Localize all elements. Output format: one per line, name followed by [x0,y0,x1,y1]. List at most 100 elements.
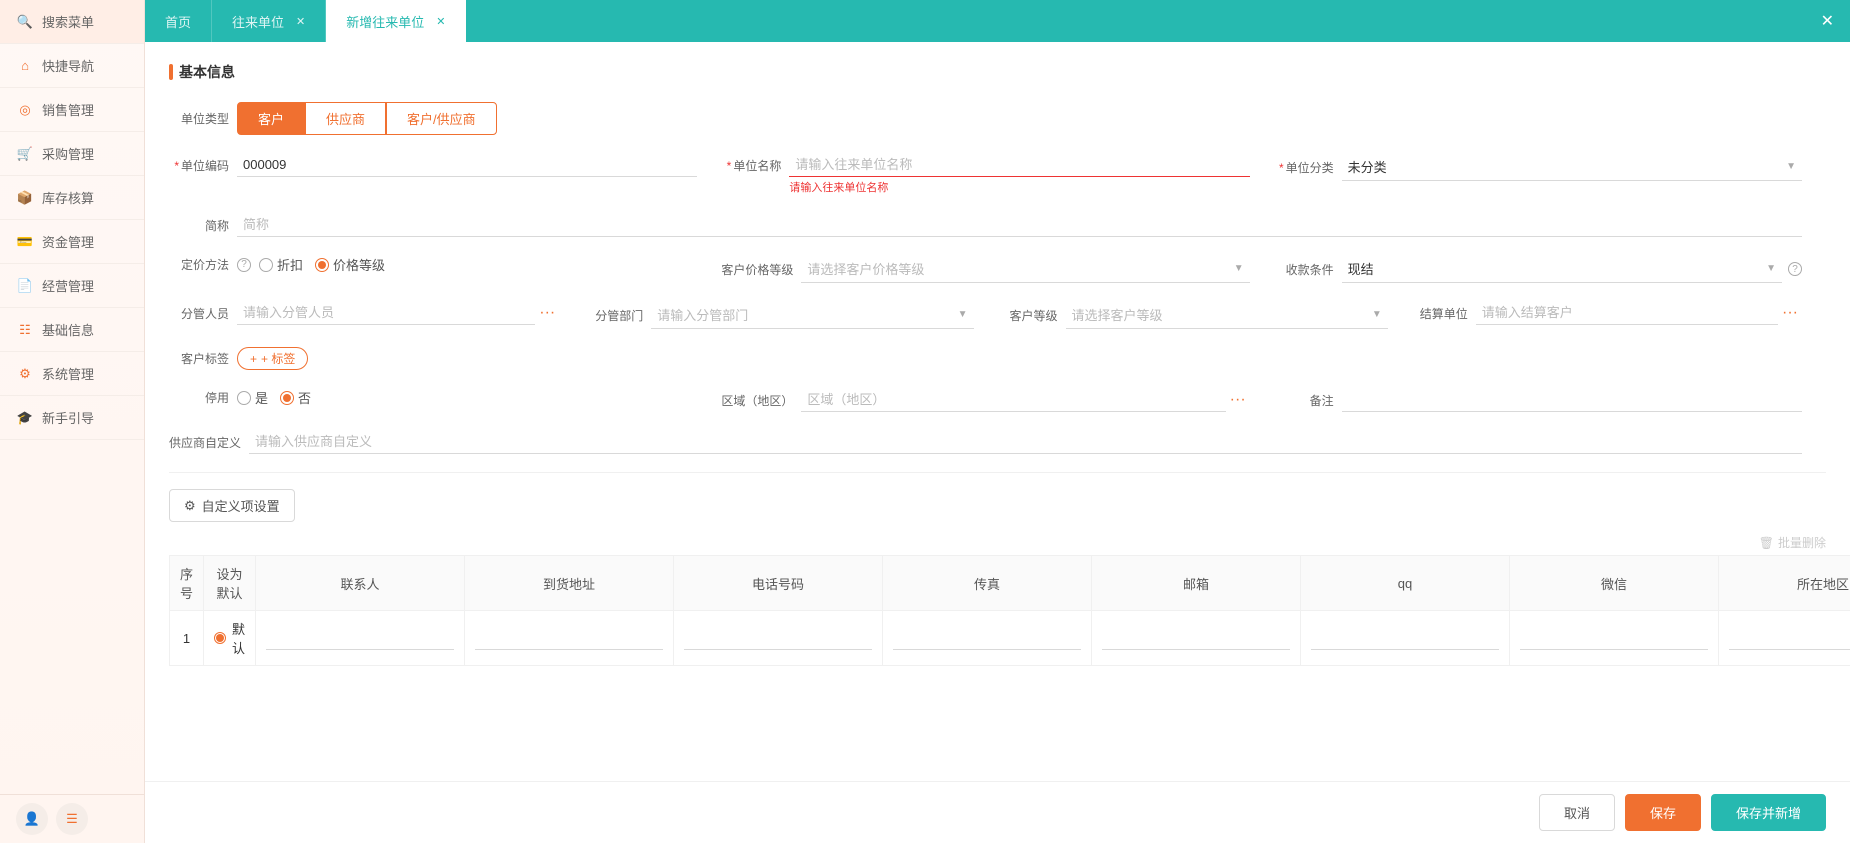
manager-more-btn[interactable]: ··· [535,304,559,322]
unit-type-customer-btn[interactable]: 客户 [237,102,305,135]
tab-new-unit-close[interactable]: ✕ [436,15,445,28]
cell-region[interactable] [1719,611,1850,666]
remark-input[interactable] [1342,388,1802,412]
qq-input[interactable] [1311,626,1499,650]
disable-no-circle [280,391,294,405]
dept-arrow: ▼ [958,309,968,320]
pricing-level-circle [315,258,329,272]
region-more-btn[interactable]: ··· [1226,391,1250,409]
col-qq: qq [1301,556,1510,611]
bag-icon: 🛒 [16,145,34,163]
supplier-custom-input[interactable] [249,430,1802,454]
settlement-unit-input[interactable] [1476,301,1778,325]
cell-contact[interactable] [256,611,465,666]
cell-phone[interactable] [674,611,883,666]
save-button[interactable]: 保存 [1625,794,1701,831]
unit-category-label: 单位分类 [1274,159,1334,176]
unit-name-field: 单位名称 请输入往来单位名称 [721,153,1273,195]
pricing-info-icon[interactable]: ? [237,258,251,272]
unit-category-field: 单位分类 未分类 ▼ [1274,153,1826,181]
cancel-button[interactable]: 取消 [1539,794,1615,831]
payment-terms-select[interactable]: 现结 ▼ [1342,255,1782,283]
cell-fax[interactable] [883,611,1092,666]
short-name-label: 简称 [169,217,229,234]
code-name-row: 单位编码 单位名称 请输入往来单位名称 单位分类 未分类 ▼ [169,153,1826,195]
customer-level-select[interactable]: 请选择客户等级 ▼ [1066,301,1388,329]
wallet-icon: 💳 [16,233,34,251]
email-input[interactable] [1102,626,1290,650]
cell-wechat[interactable] [1510,611,1719,666]
batch-delete-area: 🗑 批量删除 [169,534,1826,551]
customer-price-select[interactable]: 请选择客户价格等级 ▼ [801,255,1249,283]
sidebar-expand-btn[interactable]: ☰ [56,803,88,835]
sidebar-item-sales[interactable]: ◎ 销售管理 [0,88,144,132]
region-input[interactable] [801,388,1225,412]
sidebar-item-search[interactable]: 🔍 搜索菜单 [0,0,144,44]
save-new-button[interactable]: 保存并新增 [1711,794,1826,831]
sidebar-item-purchase[interactable]: 🛒 采购管理 [0,132,144,176]
tab-unit-list[interactable]: 往来单位 ✕ [212,0,326,42]
row-default-radio[interactable] [214,632,226,644]
add-tag-btn[interactable]: + + 标签 [237,347,308,370]
tab-bar-close-all[interactable]: ✕ [1805,11,1850,31]
sidebar-item-quick-nav[interactable]: ⌂ 快捷导航 [0,44,144,88]
disable-radio-group: 是 否 [237,388,311,407]
chart-icon: ◎ [16,101,34,119]
row-region-input[interactable] [1729,626,1850,650]
sidebar-item-finance[interactable]: 💳 资金管理 [0,220,144,264]
customer-price-label: 客户价格等级 [721,261,793,278]
cell-email[interactable] [1092,611,1301,666]
unit-type-supplier-btn[interactable]: 供应商 [305,102,386,135]
tab-home[interactable]: 首页 [145,0,212,42]
address-input[interactable] [475,626,663,650]
sidebar-item-guide[interactable]: 🎓 新手引导 [0,396,144,440]
payment-terms-arrow: ▼ [1766,263,1776,274]
search-icon: 🔍 [16,13,34,31]
disable-yes-radio[interactable]: 是 [237,388,268,407]
box-icon: 📦 [16,189,34,207]
contact-input[interactable] [266,626,454,650]
remark-field: 备注 [1274,388,1826,412]
pricing-level-radio[interactable]: 价格等级 [315,255,385,274]
settlement-unit-more-btn[interactable]: ··· [1778,304,1802,322]
tab-new-unit[interactable]: 新增往来单位 ✕ [326,0,466,42]
unit-category-select[interactable]: 未分类 ▼ [1342,153,1802,181]
disable-no-radio[interactable]: 否 [280,388,311,407]
sidebar-item-operations[interactable]: 📄 经营管理 [0,264,144,308]
unit-name-input[interactable] [789,153,1249,177]
disable-field: 停用 是 否 [169,388,721,407]
remark-label: 备注 [1274,392,1334,409]
fax-input[interactable] [893,626,1081,650]
custom-settings-btn[interactable]: ⚙ 自定义项设置 [169,489,295,522]
cell-default: 默认 [204,611,256,666]
sidebar-item-base-info[interactable]: ☷ 基础信息 [0,308,144,352]
unit-type-both-btn[interactable]: 客户/供应商 [386,102,497,135]
batch-delete-label[interactable]: 批量删除 [1778,534,1826,551]
cell-seq: 1 [170,611,204,666]
manager-input[interactable] [237,301,535,325]
payment-terms-info-icon[interactable]: ? [1788,262,1802,276]
customer-price-field: 客户价格等级 请选择客户价格等级 ▼ [721,255,1273,283]
sidebar-user-btn[interactable]: 👤 [16,803,48,835]
sidebar-item-inventory[interactable]: 📦 库存核算 [0,176,144,220]
tab-unit-list-close[interactable]: ✕ [296,15,305,28]
contact-table: 序号 设为默认 联系人 到货地址 电话号码 传真 邮箱 qq 微信 所在地区 操… [169,555,1850,666]
phone-input[interactable] [684,626,872,650]
supplier-custom-label: 供应商自定义 [169,434,241,451]
sidebar-item-system[interactable]: ⚙ 系统管理 [0,352,144,396]
unit-name-label: 单位名称 [721,157,781,174]
pricing-discount-circle [259,258,273,272]
customer-tag-field: 客户标签 + + 标签 [169,347,1826,370]
unit-code-input[interactable] [237,153,697,177]
dept-select[interactable]: 请输入分管部门 ▼ [651,301,973,329]
grid-icon: ☷ [16,321,34,339]
disable-yes-circle [237,391,251,405]
short-name-input[interactable] [237,213,1802,237]
cell-qq[interactable] [1301,611,1510,666]
pricing-discount-radio[interactable]: 折扣 [259,255,303,274]
main: 首页 往来单位 ✕ 新增往来单位 ✕ ✕ 基本信息 单位类型 客户 供应商 客户… [145,0,1850,843]
settings-icon: ⚙ [16,365,34,383]
col-region: 所在地区 [1719,556,1850,611]
wechat-input[interactable] [1520,626,1708,650]
cell-address[interactable] [465,611,674,666]
